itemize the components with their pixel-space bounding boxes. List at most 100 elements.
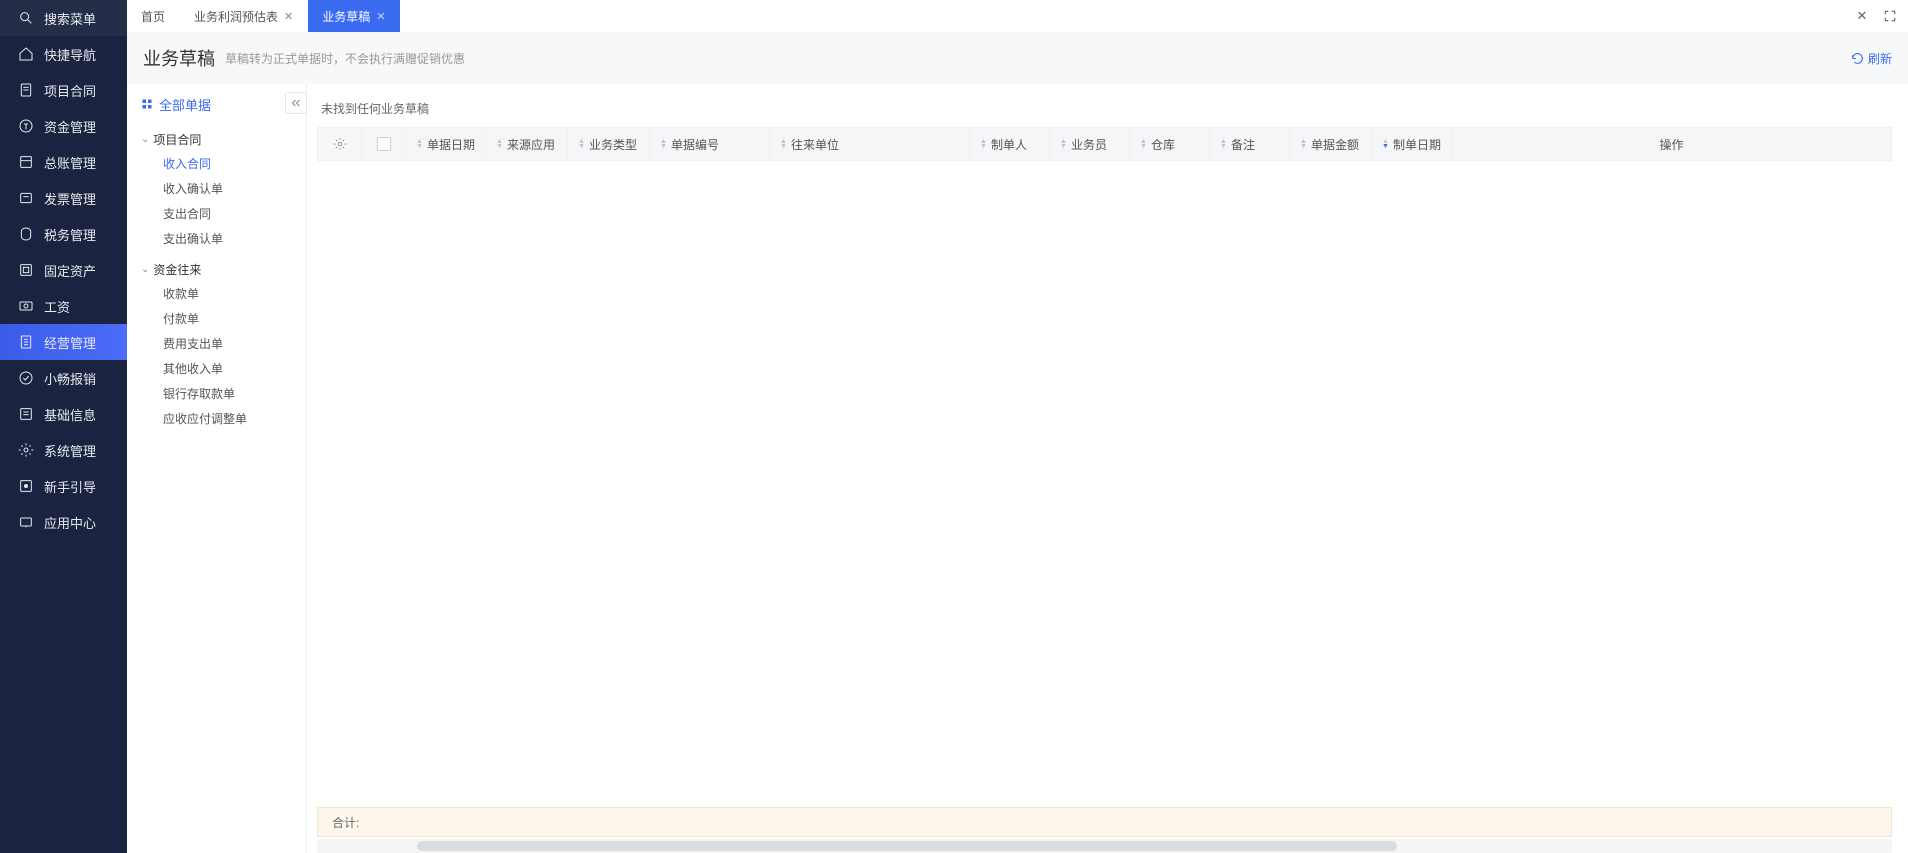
column-header-docno[interactable]: ▲▼ 单据编号 bbox=[650, 128, 770, 160]
sidebar-item-label: 项目合同 bbox=[44, 81, 96, 100]
column-label: 往来单位 bbox=[791, 136, 839, 153]
tree-group-header-funds[interactable]: ⌄ 资金往来 bbox=[127, 256, 306, 282]
sidebar-item-label: 税务管理 bbox=[44, 225, 96, 244]
column-label: 仓库 bbox=[1151, 136, 1175, 153]
asset-icon bbox=[18, 262, 34, 278]
column-header-partner[interactable]: ▲▼ 往来单位 bbox=[770, 128, 970, 160]
business-icon bbox=[18, 334, 34, 350]
column-header-amount[interactable]: ▲▼ 单据金额 bbox=[1290, 128, 1372, 160]
select-all-checkbox[interactable] bbox=[377, 137, 391, 151]
refresh-label: 刷新 bbox=[1868, 50, 1892, 67]
sidebar-item-invoice[interactable]: 发票管理 bbox=[0, 180, 127, 216]
sidebar-item-reimburse[interactable]: 小畅报销 bbox=[0, 360, 127, 396]
all-documents-link[interactable]: 全部单据 bbox=[141, 95, 211, 114]
tree-item-expense-contract[interactable]: 支出合同 bbox=[127, 202, 306, 227]
sidebar-item-funds[interactable]: 资金管理 bbox=[0, 108, 127, 144]
column-header-remark[interactable]: ▲▼ 备注 bbox=[1210, 128, 1290, 160]
column-label: 业务类型 bbox=[589, 136, 637, 153]
tree-item-expense-confirm[interactable]: 支出确认单 bbox=[127, 227, 306, 252]
tree-item-income-contract[interactable]: 收入合同 bbox=[127, 152, 306, 177]
sidebar-item-search[interactable]: 搜索菜单 bbox=[0, 0, 127, 36]
tab-business-draft[interactable]: 业务草稿 ✕ bbox=[308, 0, 400, 32]
tab-profit-estimate[interactable]: 业务利润预估表 ✕ bbox=[180, 0, 308, 32]
column-label: 来源应用 bbox=[507, 136, 555, 153]
column-header-action: 操作 bbox=[1452, 128, 1891, 160]
close-icon[interactable]: ✕ bbox=[284, 10, 293, 23]
money-icon bbox=[18, 118, 34, 134]
invoice-icon bbox=[18, 190, 34, 206]
tree-item-other-income[interactable]: 其他收入单 bbox=[127, 357, 306, 382]
sidebar-item-asset[interactable]: 固定资产 bbox=[0, 252, 127, 288]
document-icon bbox=[18, 82, 34, 98]
sidebar-item-label: 固定资产 bbox=[44, 261, 96, 280]
sort-icon: ▲▼ bbox=[980, 139, 987, 149]
scrollbar-thumb[interactable] bbox=[417, 841, 1397, 851]
salary-icon bbox=[18, 298, 34, 314]
sort-icon: ▲▼ bbox=[496, 139, 503, 149]
sidebar-item-tax[interactable]: 税务管理 bbox=[0, 216, 127, 252]
tree-item-income-confirm[interactable]: 收入确认单 bbox=[127, 177, 306, 202]
collapse-panel-button[interactable] bbox=[285, 92, 307, 114]
tab-home[interactable]: 首页 bbox=[127, 0, 180, 32]
column-header-creator[interactable]: ▲▼ 制单人 bbox=[970, 128, 1050, 160]
chevron-left-icon bbox=[290, 97, 302, 109]
settings-icon bbox=[18, 442, 34, 458]
category-panel: 全部单据 ⌄ 项目合同 收入合同 收入确认单 支出合同 支出确认单 ⌄ 资金往来… bbox=[127, 84, 307, 853]
home-icon bbox=[18, 46, 34, 62]
sidebar-item-baseinfo[interactable]: 基础信息 bbox=[0, 396, 127, 432]
tree-item-receipt[interactable]: 收款单 bbox=[127, 282, 306, 307]
sort-icon: ▲▼ bbox=[660, 139, 667, 149]
info-icon bbox=[18, 406, 34, 422]
column-header-warehouse[interactable]: ▲▼ 仓库 bbox=[1130, 128, 1210, 160]
table-body bbox=[317, 161, 1892, 807]
column-header-docdate[interactable]: ▲▼ 制单日期 bbox=[1372, 128, 1452, 160]
tree-item-payment[interactable]: 付款单 bbox=[127, 307, 306, 332]
sort-icon: ▲▼ bbox=[1060, 139, 1067, 149]
tree-item-expense[interactable]: 费用支出单 bbox=[127, 332, 306, 357]
column-header-date[interactable]: ▲▼ 单据日期 bbox=[406, 128, 486, 160]
tab-label: 业务利润预估表 bbox=[194, 8, 278, 25]
table-header-row: ▲▼ 单据日期 ▲▼ 来源应用 ▲▼ 业务类型 ▲▼ 单据编号 ▲▼ 往来单位 … bbox=[317, 127, 1892, 161]
sidebar-item-label: 工资 bbox=[44, 297, 70, 316]
column-header-salesman[interactable]: ▲▼ 业务员 bbox=[1050, 128, 1130, 160]
select-all-cell bbox=[362, 128, 406, 160]
tree-item-ar-ap-adjust[interactable]: 应收应付调整单 bbox=[127, 407, 306, 432]
column-label: 业务员 bbox=[1071, 136, 1107, 153]
column-label: 备注 bbox=[1231, 136, 1255, 153]
sidebar-item-quicknav[interactable]: 快捷导航 bbox=[0, 36, 127, 72]
tree-group-label: 项目合同 bbox=[153, 131, 201, 148]
sidebar-item-business[interactable]: 经营管理 bbox=[0, 324, 127, 360]
column-label: 制单日期 bbox=[1393, 136, 1441, 153]
sidebar-item-salary[interactable]: 工资 bbox=[0, 288, 127, 324]
sort-icon: ▲▼ bbox=[1382, 139, 1389, 149]
horizontal-scrollbar[interactable] bbox=[317, 839, 1892, 853]
sidebar-item-guide[interactable]: 新手引导 bbox=[0, 468, 127, 504]
column-label: 制单人 bbox=[991, 136, 1027, 153]
sidebar-item-ledger[interactable]: 总账管理 bbox=[0, 144, 127, 180]
column-header-biztype[interactable]: ▲▼ 业务类型 bbox=[568, 128, 650, 160]
tree-group-header-contract[interactable]: ⌄ 项目合同 bbox=[127, 126, 306, 152]
close-icon[interactable]: ✕ bbox=[376, 10, 385, 23]
fullscreen-icon[interactable] bbox=[1880, 6, 1900, 26]
tree-item-bank-transfer[interactable]: 银行存取款单 bbox=[127, 382, 306, 407]
sidebar-item-label: 小畅报销 bbox=[44, 369, 96, 388]
sort-icon: ▲▼ bbox=[780, 139, 787, 149]
sidebar-item-label: 快捷导航 bbox=[44, 45, 96, 64]
column-settings-button[interactable] bbox=[318, 128, 362, 160]
column-header-source[interactable]: ▲▼ 来源应用 bbox=[486, 128, 568, 160]
sidebar-item-label: 经营管理 bbox=[44, 333, 96, 352]
sidebar-item-apps[interactable]: 应用中心 bbox=[0, 504, 127, 540]
chevron-down-icon: ⌄ bbox=[141, 264, 149, 275]
guide-icon bbox=[18, 478, 34, 494]
ledger-icon bbox=[18, 154, 34, 170]
page-subtitle: 草稿转为正式单据时，不会执行满赠促销优惠 bbox=[225, 50, 465, 67]
sidebar-item-label: 应用中心 bbox=[44, 513, 96, 532]
sidebar-item-contract[interactable]: 项目合同 bbox=[0, 72, 127, 108]
sidebar-item-system[interactable]: 系统管理 bbox=[0, 432, 127, 468]
tab-label: 首页 bbox=[141, 8, 165, 25]
column-label: 单据金额 bbox=[1311, 136, 1359, 153]
refresh-button[interactable]: 刷新 bbox=[1851, 50, 1892, 67]
close-all-icon[interactable]: ✕ bbox=[1852, 6, 1872, 26]
sidebar-item-label: 基础信息 bbox=[44, 405, 96, 424]
sort-icon: ▲▼ bbox=[578, 139, 585, 149]
